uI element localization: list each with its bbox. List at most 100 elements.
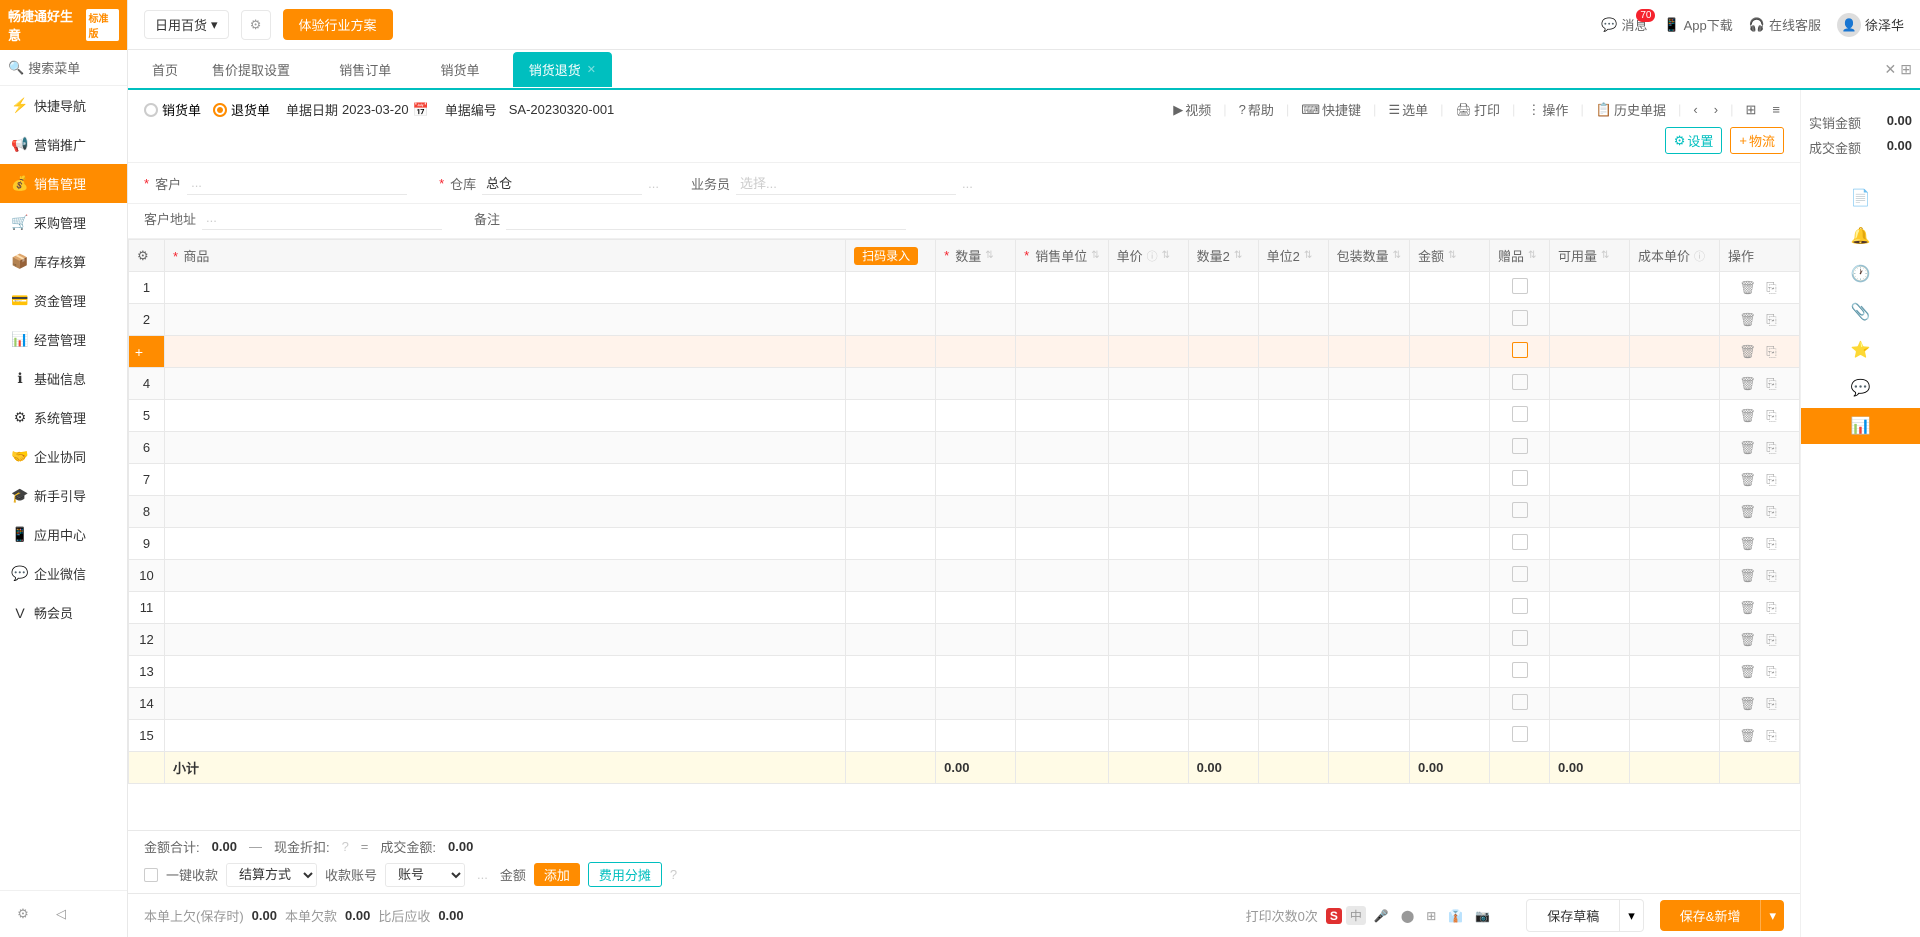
save-new-btn[interactable]: 保存&新增 xyxy=(1660,900,1761,931)
del6[interactable]: 🗑 xyxy=(1738,438,1758,458)
right-icon-3[interactable]: 🕐 xyxy=(1801,256,1920,292)
del7[interactable]: 🗑 xyxy=(1738,470,1758,490)
sidebar-item-marketing[interactable]: 📢 营销推广 xyxy=(0,125,127,164)
app-download-btn[interactable]: 📱 App下载 xyxy=(1663,15,1732,34)
right-icon-2[interactable]: 🔔 xyxy=(1801,218,1920,254)
qty-cell-1[interactable] xyxy=(936,272,1016,304)
del14[interactable]: 🗑 xyxy=(1738,694,1758,714)
copy9[interactable]: ⎘ xyxy=(1762,534,1782,554)
sidebar-item-guide[interactable]: 🎓 新手引导 xyxy=(0,476,127,515)
copy6[interactable]: ⎘ xyxy=(1762,438,1782,458)
customer-input[interactable]: ... xyxy=(187,171,407,195)
qty-sort-icon[interactable]: ⇅ xyxy=(985,250,993,261)
unit-cell-2[interactable] xyxy=(1016,304,1108,336)
del13[interactable]: 🗑 xyxy=(1738,662,1758,682)
price-info-icon[interactable]: ⓘ xyxy=(1147,248,1158,264)
copy15[interactable]: ⎘ xyxy=(1762,726,1782,746)
warehouse-input[interactable]: 总仓 xyxy=(482,171,642,195)
pack-cell-1[interactable] xyxy=(1328,272,1409,304)
del12[interactable]: 🗑 xyxy=(1738,630,1758,650)
address-input[interactable]: ... xyxy=(202,206,442,230)
user-menu[interactable]: 👤 徐泽华 xyxy=(1837,13,1904,37)
copy10[interactable]: ⎘ xyxy=(1762,566,1782,586)
qty2-sort-icon[interactable]: ⇅ xyxy=(1234,250,1242,261)
p7[interactable] xyxy=(165,464,846,496)
radio-return[interactable]: 退货单 xyxy=(213,100,270,119)
grid-view-btn[interactable]: ⊞ xyxy=(1742,100,1761,120)
radio-sales[interactable]: 销货单 xyxy=(144,100,201,119)
sidebar-item-basic[interactable]: ℹ 基础信息 xyxy=(0,359,127,398)
copy12[interactable]: ⎘ xyxy=(1762,630,1782,650)
del10[interactable]: 🗑 xyxy=(1738,566,1758,586)
cost-info-icon[interactable]: ⓘ xyxy=(1694,248,1705,264)
product-cell-3[interactable] xyxy=(165,336,846,368)
tab-window-close-btn[interactable]: ✕ xyxy=(1885,61,1897,78)
help-discount-icon[interactable]: ? xyxy=(342,839,349,854)
copy5[interactable]: ⎘ xyxy=(1762,406,1782,426)
qty2-cell-1[interactable] xyxy=(1188,272,1258,304)
next-doc-btn[interactable]: › xyxy=(1710,100,1722,119)
fee-btn[interactable]: 费用分摊 xyxy=(588,862,662,887)
th-settings[interactable]: ⚙ xyxy=(129,240,165,272)
print-btn[interactable]: 🖨 打印 xyxy=(1452,98,1505,121)
right-icon-1[interactable]: 📄 xyxy=(1801,180,1920,216)
tab-sales-order-close[interactable]: ✕ xyxy=(397,63,406,76)
row-add-btn[interactable]: + xyxy=(129,336,165,368)
product-cell-2[interactable] xyxy=(165,304,846,336)
customer-dots[interactable]: ... xyxy=(191,175,202,190)
available-sort-icon[interactable]: ⇅ xyxy=(1601,250,1609,261)
p6[interactable] xyxy=(165,432,846,464)
p11[interactable] xyxy=(165,592,846,624)
cost-cell-2[interactable] xyxy=(1630,304,1720,336)
cost-cell-1[interactable] xyxy=(1630,272,1720,304)
form-settings-btn[interactable]: ⚙ 设置 xyxy=(1665,127,1723,154)
sidebar-item-system[interactable]: ⚙ 系统管理 xyxy=(0,398,127,437)
calc-method-select[interactable]: 结算方式 xyxy=(226,863,317,887)
list-view-btn[interactable]: ≡ xyxy=(1768,100,1784,119)
price-cell-2[interactable] xyxy=(1108,304,1188,336)
gift-cell-3[interactable] xyxy=(1490,336,1550,368)
p15[interactable] xyxy=(165,720,846,752)
sidebar-collapse-btn[interactable]: ◁ xyxy=(46,899,76,929)
tab-sales[interactable]: 销货单 ✕ xyxy=(424,52,510,87)
tab-price-close[interactable]: ✕ xyxy=(296,63,305,76)
salesperson-input[interactable]: 选择... xyxy=(736,171,956,195)
calendar-icon[interactable]: 📅 xyxy=(413,102,429,118)
cost-cell-3[interactable] xyxy=(1630,336,1720,368)
sidebar-item-purchase[interactable]: 🛒 采购管理 xyxy=(0,203,127,242)
copy14[interactable]: ⎘ xyxy=(1762,694,1782,714)
save-draft-btn[interactable]: 保存草稿 xyxy=(1526,899,1620,932)
message-btn[interactable]: 💬 消息 70 xyxy=(1601,15,1647,34)
copy4[interactable]: ⎘ xyxy=(1762,374,1782,394)
warehouse-dots[interactable]: ... xyxy=(648,176,659,191)
one-click-checkbox[interactable] xyxy=(144,868,158,882)
unit2-cell-2[interactable] xyxy=(1258,304,1328,336)
product-cell-1[interactable] xyxy=(165,272,846,304)
tab-sales-order[interactable]: 销售订单 ✕ xyxy=(323,52,422,87)
unit2-cell-3[interactable] xyxy=(1258,336,1328,368)
save-draft-chevron[interactable]: ▾ xyxy=(1620,899,1644,932)
amount-cell-3[interactable] xyxy=(1410,336,1490,368)
shortcut-btn[interactable]: ⌨ 快捷键 xyxy=(1297,98,1365,121)
sidebar-item-inventory[interactable]: 📦 库存核算 xyxy=(0,242,127,281)
p4[interactable] xyxy=(165,368,846,400)
unit-sort-icon[interactable]: ⇅ xyxy=(1091,250,1099,261)
delete-btn-1[interactable]: 🗑 xyxy=(1738,278,1758,298)
pack-cell-3[interactable] xyxy=(1328,336,1409,368)
tab-price-settings[interactable]: 售价提取设置 ✕ xyxy=(196,52,321,87)
amount-cell-2[interactable] xyxy=(1410,304,1490,336)
industry-dropdown[interactable]: 日用百货 ▾ xyxy=(144,10,229,39)
gift-cell-2[interactable] xyxy=(1490,304,1550,336)
amount-cell-1[interactable] xyxy=(1410,272,1490,304)
tab-sales-return[interactable]: 销货退货 ✕ xyxy=(513,52,612,87)
del8[interactable]: 🗑 xyxy=(1738,502,1758,522)
sidebar-item-quick[interactable]: ⚡ 快捷导航 xyxy=(0,86,127,125)
copy8[interactable]: ⎘ xyxy=(1762,502,1782,522)
history-btn[interactable]: 📋 历史单据 xyxy=(1592,98,1670,121)
salesperson-dots[interactable]: ... xyxy=(962,176,973,191)
qty-cell-3[interactable] xyxy=(936,336,1016,368)
gift-cell-1[interactable] xyxy=(1490,272,1550,304)
p8[interactable] xyxy=(165,496,846,528)
product-input-3[interactable] xyxy=(173,344,837,359)
copy13[interactable]: ⎘ xyxy=(1762,662,1782,682)
